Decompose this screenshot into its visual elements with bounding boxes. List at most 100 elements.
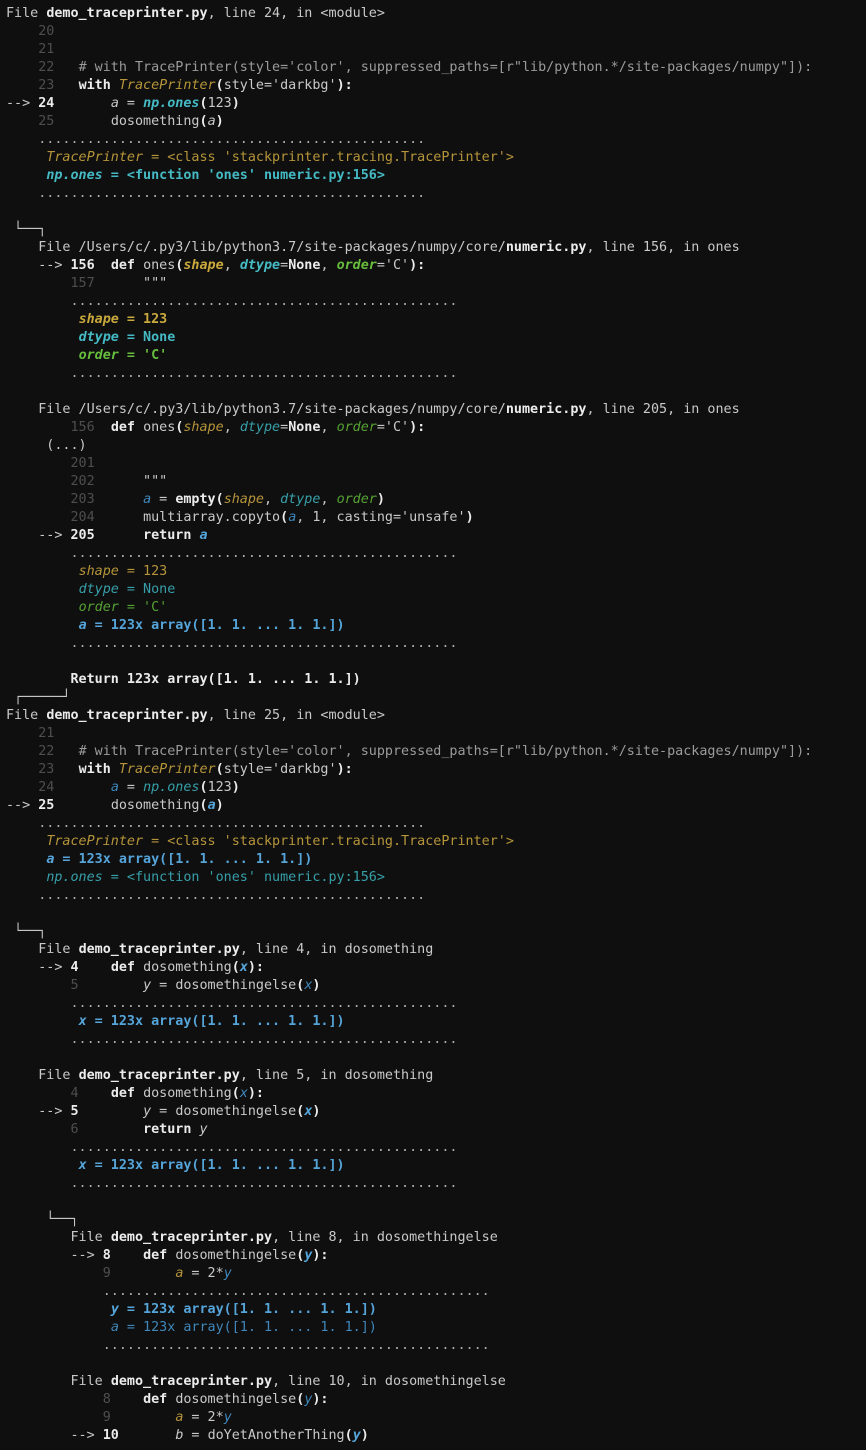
terminal-line: (...) xyxy=(6,437,866,455)
text-segment: demo_traceprinter.py xyxy=(46,6,208,21)
text-segment: = xyxy=(151,492,176,507)
text-segment: dtype xyxy=(78,330,119,345)
text-segment xyxy=(6,834,46,849)
text-segment: 22 xyxy=(6,60,55,75)
terminal-line: 23 with TracePrinter(style='darkbg'): xyxy=(6,761,866,779)
text-segment: ): xyxy=(336,78,353,93)
text-segment xyxy=(6,330,79,345)
text-segment: return xyxy=(143,1122,200,1137)
text-segment: dtype xyxy=(239,258,281,273)
terminal-line: 24 a = np.ones(123) xyxy=(6,779,866,797)
text-segment xyxy=(95,420,111,435)
text-segment xyxy=(111,1266,176,1281)
text-segment: File xyxy=(6,1068,79,1083)
text-segment: numeric.py xyxy=(505,402,587,417)
text-segment: multiarray.copyto xyxy=(143,510,281,525)
terminal-line: ........................................… xyxy=(6,1175,866,1193)
text-segment: = <class 'stackprinter.tracing.TracePrin… xyxy=(143,150,514,165)
text-segment: , line 4, in dosomething xyxy=(239,942,434,957)
text-segment: x xyxy=(78,1014,87,1029)
text-segment: = xyxy=(151,978,176,993)
text-segment: ): xyxy=(336,762,353,777)
text-segment: = 123x array([1. 1. ... 1. 1.]) xyxy=(86,1158,345,1173)
text-segment: """ xyxy=(94,474,168,489)
text-segment: 156 xyxy=(6,420,95,435)
text-segment: y xyxy=(199,1122,208,1137)
text-segment: ='C' xyxy=(376,258,410,273)
text-segment: a xyxy=(110,96,119,111)
text-segment: ( xyxy=(231,960,240,975)
text-segment xyxy=(111,1248,143,1263)
text-segment xyxy=(6,1158,79,1173)
terminal-line: 157 """ xyxy=(6,275,866,293)
text-segment: ): xyxy=(409,420,426,435)
text-segment: 22 xyxy=(6,744,55,759)
text-segment: demo_traceprinter.py xyxy=(78,1068,240,1083)
terminal-line: 9 a = 2*y xyxy=(6,1265,866,1283)
terminal-line: --> 24 a = np.ones(123) xyxy=(6,95,866,113)
text-segment: --> xyxy=(6,960,71,975)
text-segment: demo_traceprinter.py xyxy=(110,1230,273,1245)
terminal-line: shape = 123 xyxy=(6,563,866,581)
text-segment: dtype xyxy=(239,420,281,435)
text-segment xyxy=(54,78,78,93)
text-segment: 23 xyxy=(6,78,55,93)
terminal-line: 22 # with TracePrinter(style='color', su… xyxy=(6,59,866,77)
text-segment: 202 xyxy=(6,474,95,489)
text-segment: 157 xyxy=(6,276,95,291)
text-segment xyxy=(6,312,79,327)
text-segment: 205 xyxy=(70,528,95,543)
text-segment: order xyxy=(336,258,377,273)
text-segment: , xyxy=(223,420,240,435)
terminal-line: ........................................… xyxy=(6,131,866,149)
text-segment: style='darkbg' xyxy=(223,762,337,777)
text-segment: empty xyxy=(175,492,216,507)
text-segment: , line 25, in <module> xyxy=(207,708,385,723)
text-segment: np.ones xyxy=(46,168,103,183)
text-segment: 8 xyxy=(6,1392,111,1407)
text-segment: = 123 xyxy=(118,564,168,579)
text-segment: """ xyxy=(94,276,168,291)
text-segment: , line 10, in dosomethingelse xyxy=(272,1374,506,1389)
text-segment: = 'C' xyxy=(118,600,168,615)
text-segment: ........................................… xyxy=(102,1284,490,1299)
text-segment: y xyxy=(223,1266,232,1281)
text-segment: ( xyxy=(215,492,224,507)
text-segment xyxy=(6,1302,111,1317)
terminal-line: ........................................… xyxy=(6,1283,866,1301)
text-segment: dosomethingelse xyxy=(175,978,297,993)
terminal-line: 22 # with TracePrinter(style='color', su… xyxy=(6,743,866,761)
terminal-line: └──┐ xyxy=(6,221,866,239)
terminal-line: 23 with TracePrinter(style='darkbg'): xyxy=(6,77,866,95)
text-segment xyxy=(6,996,71,1011)
text-segment xyxy=(6,1176,71,1191)
text-segment: = <class 'stackprinter.tracing.TracePrin… xyxy=(143,834,514,849)
text-segment: doYetAnotherThing xyxy=(207,1428,345,1443)
text-segment: demo_traceprinter.py xyxy=(46,708,208,723)
text-segment: demo_traceprinter.py xyxy=(110,1374,273,1389)
text-segment: = xyxy=(118,96,144,111)
text-segment xyxy=(54,744,78,759)
text-segment: demo_traceprinter.py xyxy=(78,942,240,957)
text-segment: ones xyxy=(143,420,176,435)
text-segment: = 123x array([1. 1. ... 1. 1.]) xyxy=(118,1320,377,1335)
text-segment: = xyxy=(151,1104,176,1119)
terminal-line: ........................................… xyxy=(6,1031,866,1049)
text-segment: with xyxy=(78,762,119,777)
text-segment: 156 xyxy=(70,258,95,273)
text-segment: dosomething xyxy=(143,1086,232,1101)
text-segment: ( xyxy=(199,798,208,813)
text-segment: ) xyxy=(215,114,224,129)
text-segment: , 1, casting='unsafe' xyxy=(296,510,466,525)
text-segment: dosomething xyxy=(110,114,200,129)
text-segment: def xyxy=(110,420,144,435)
text-segment: 24 xyxy=(38,96,55,111)
terminal-line: File /Users/c/.py3/lib/python3.7/site-pa… xyxy=(6,401,866,419)
text-segment: a xyxy=(199,528,208,543)
text-segment: ): xyxy=(312,1392,329,1407)
text-segment: 25 xyxy=(38,798,55,813)
text-segment: , xyxy=(320,420,337,435)
